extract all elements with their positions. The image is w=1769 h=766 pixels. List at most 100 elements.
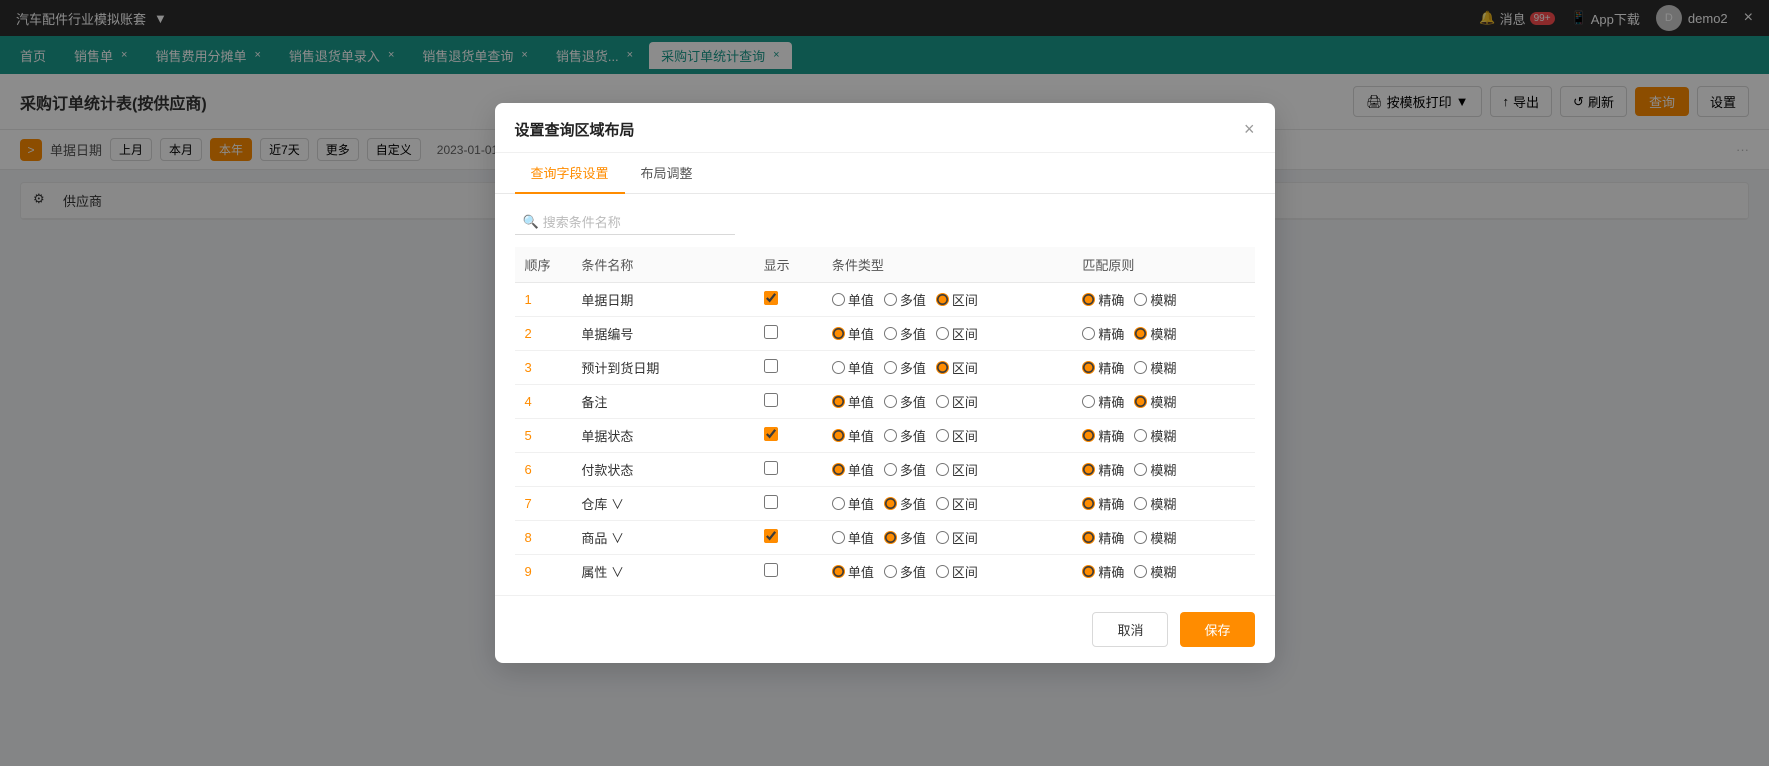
row-type[interactable]: 单值多值区间 [822,521,1072,555]
type-radio-item[interactable]: 多值 [884,358,926,377]
row-display-checkbox[interactable] [754,419,822,453]
display-checkbox-input[interactable] [764,563,778,577]
match-radio-item[interactable]: 模糊 [1134,426,1176,445]
row-display-checkbox[interactable] [754,555,822,588]
type-radio-item[interactable]: 多值 [884,460,926,479]
type-radio-item[interactable]: 区间 [936,358,978,377]
match-radio-item[interactable]: 精确 [1082,528,1124,547]
match-radio-item[interactable]: 精确 [1082,460,1124,479]
type-radio-item[interactable]: 单值 [832,562,874,581]
type-radio-item[interactable]: 单值 [832,528,874,547]
type-radio-item[interactable]: 区间 [936,562,978,581]
row-match[interactable]: 精确模糊 [1072,555,1254,588]
row-type[interactable]: 单值多值区间 [822,487,1072,521]
match-radio-item[interactable]: 模糊 [1134,324,1176,343]
display-checkbox-input[interactable] [764,461,778,475]
row-display-checkbox[interactable] [754,317,822,351]
row-order: 1 [515,283,572,317]
modal-tab-layout-label: 布局调整 [641,166,693,181]
type-radio-item[interactable]: 多值 [884,324,926,343]
save-button[interactable]: 保存 [1180,612,1254,647]
cancel-button[interactable]: 取消 [1092,612,1168,647]
row-match[interactable]: 精确模糊 [1072,317,1254,351]
row-match[interactable]: 精确模糊 [1072,521,1254,555]
row-name: 商品 ∨ [571,521,753,555]
type-radio-item[interactable]: 多值 [884,562,926,581]
match-radio-item[interactable]: 精确 [1082,562,1124,581]
match-radio-item[interactable]: 模糊 [1134,562,1176,581]
type-radio-item[interactable]: 单值 [832,290,874,309]
table-row: 1单据日期单值多值区间精确模糊 [515,283,1255,317]
type-radio-item[interactable]: 区间 [936,392,978,411]
type-radio-item[interactable]: 区间 [936,426,978,445]
type-radio-item[interactable]: 单值 [832,426,874,445]
row-display-checkbox[interactable] [754,385,822,419]
row-match[interactable]: 精确模糊 [1072,385,1254,419]
row-match[interactable]: 精确模糊 [1072,453,1254,487]
row-order: 4 [515,385,572,419]
modal-tab-layout[interactable]: 布局调整 [625,153,709,194]
type-radio-item[interactable]: 多值 [884,528,926,547]
match-radio-item[interactable]: 精确 [1082,392,1124,411]
match-radio-item[interactable]: 模糊 [1134,460,1176,479]
row-match[interactable]: 精确模糊 [1072,487,1254,521]
row-type[interactable]: 单值多值区间 [822,385,1072,419]
row-display-checkbox[interactable] [754,521,822,555]
col-order-header: 顺序 [515,247,572,283]
type-radio-item[interactable]: 单值 [832,392,874,411]
match-radio-item[interactable]: 模糊 [1134,358,1176,377]
display-checkbox-input[interactable] [764,529,778,543]
row-type[interactable]: 单值多值区间 [822,453,1072,487]
type-radio-item[interactable]: 区间 [936,494,978,513]
type-radio-item[interactable]: 单值 [832,460,874,479]
modal-close-button[interactable]: × [1244,119,1255,140]
row-name: 属性 ∨ [571,555,753,588]
row-type[interactable]: 单值多值区间 [822,351,1072,385]
row-order: 9 [515,555,572,588]
type-radio-item[interactable]: 多值 [884,290,926,309]
conditions-table-wrap: 顺序 条件名称 显示 条件类型 匹配原则 1单据日期单值多值区间精确模糊2单据编… [515,247,1255,587]
row-display-checkbox[interactable] [754,351,822,385]
row-type[interactable]: 单值多值区间 [822,419,1072,453]
display-checkbox-input[interactable] [764,495,778,509]
type-radio-item[interactable]: 多值 [884,426,926,445]
condition-search-input[interactable] [543,215,723,230]
type-radio-item[interactable]: 区间 [936,460,978,479]
match-radio-item[interactable]: 模糊 [1134,290,1176,309]
type-radio-item[interactable]: 单值 [832,494,874,513]
table-row: 9属性 ∨单值多值区间精确模糊 [515,555,1255,588]
type-radio-item[interactable]: 区间 [936,324,978,343]
type-radio-item[interactable]: 单值 [832,358,874,377]
match-radio-item[interactable]: 精确 [1082,358,1124,377]
match-radio-item[interactable]: 精确 [1082,494,1124,513]
row-match[interactable]: 精确模糊 [1072,283,1254,317]
display-checkbox-input[interactable] [764,291,778,305]
match-radio-item[interactable]: 模糊 [1134,494,1176,513]
match-radio-item[interactable]: 精确 [1082,426,1124,445]
display-checkbox-input[interactable] [764,325,778,339]
row-display-checkbox[interactable] [754,283,822,317]
type-radio-item[interactable]: 区间 [936,528,978,547]
row-type[interactable]: 单值多值区间 [822,317,1072,351]
display-checkbox-input[interactable] [764,359,778,373]
type-radio-item[interactable]: 多值 [884,392,926,411]
display-checkbox-input[interactable] [764,393,778,407]
condition-search-box: 🔍 [515,210,735,235]
row-type[interactable]: 单值多值区间 [822,555,1072,588]
row-match[interactable]: 精确模糊 [1072,351,1254,385]
row-display-checkbox[interactable] [754,487,822,521]
match-radio-item[interactable]: 精确 [1082,290,1124,309]
row-type[interactable]: 单值多值区间 [822,283,1072,317]
match-radio-item[interactable]: 精确 [1082,324,1124,343]
type-radio-item[interactable]: 区间 [936,290,978,309]
match-radio-item[interactable]: 模糊 [1134,528,1176,547]
row-display-checkbox[interactable] [754,453,822,487]
table-row: 3预计到货日期单值多值区间精确模糊 [515,351,1255,385]
type-radio-item[interactable]: 单值 [832,324,874,343]
col-name-header: 条件名称 [571,247,753,283]
match-radio-item[interactable]: 模糊 [1134,392,1176,411]
display-checkbox-input[interactable] [764,427,778,441]
row-match[interactable]: 精确模糊 [1072,419,1254,453]
type-radio-item[interactable]: 多值 [884,494,926,513]
modal-tab-query-fields[interactable]: 查询字段设置 [515,153,625,194]
